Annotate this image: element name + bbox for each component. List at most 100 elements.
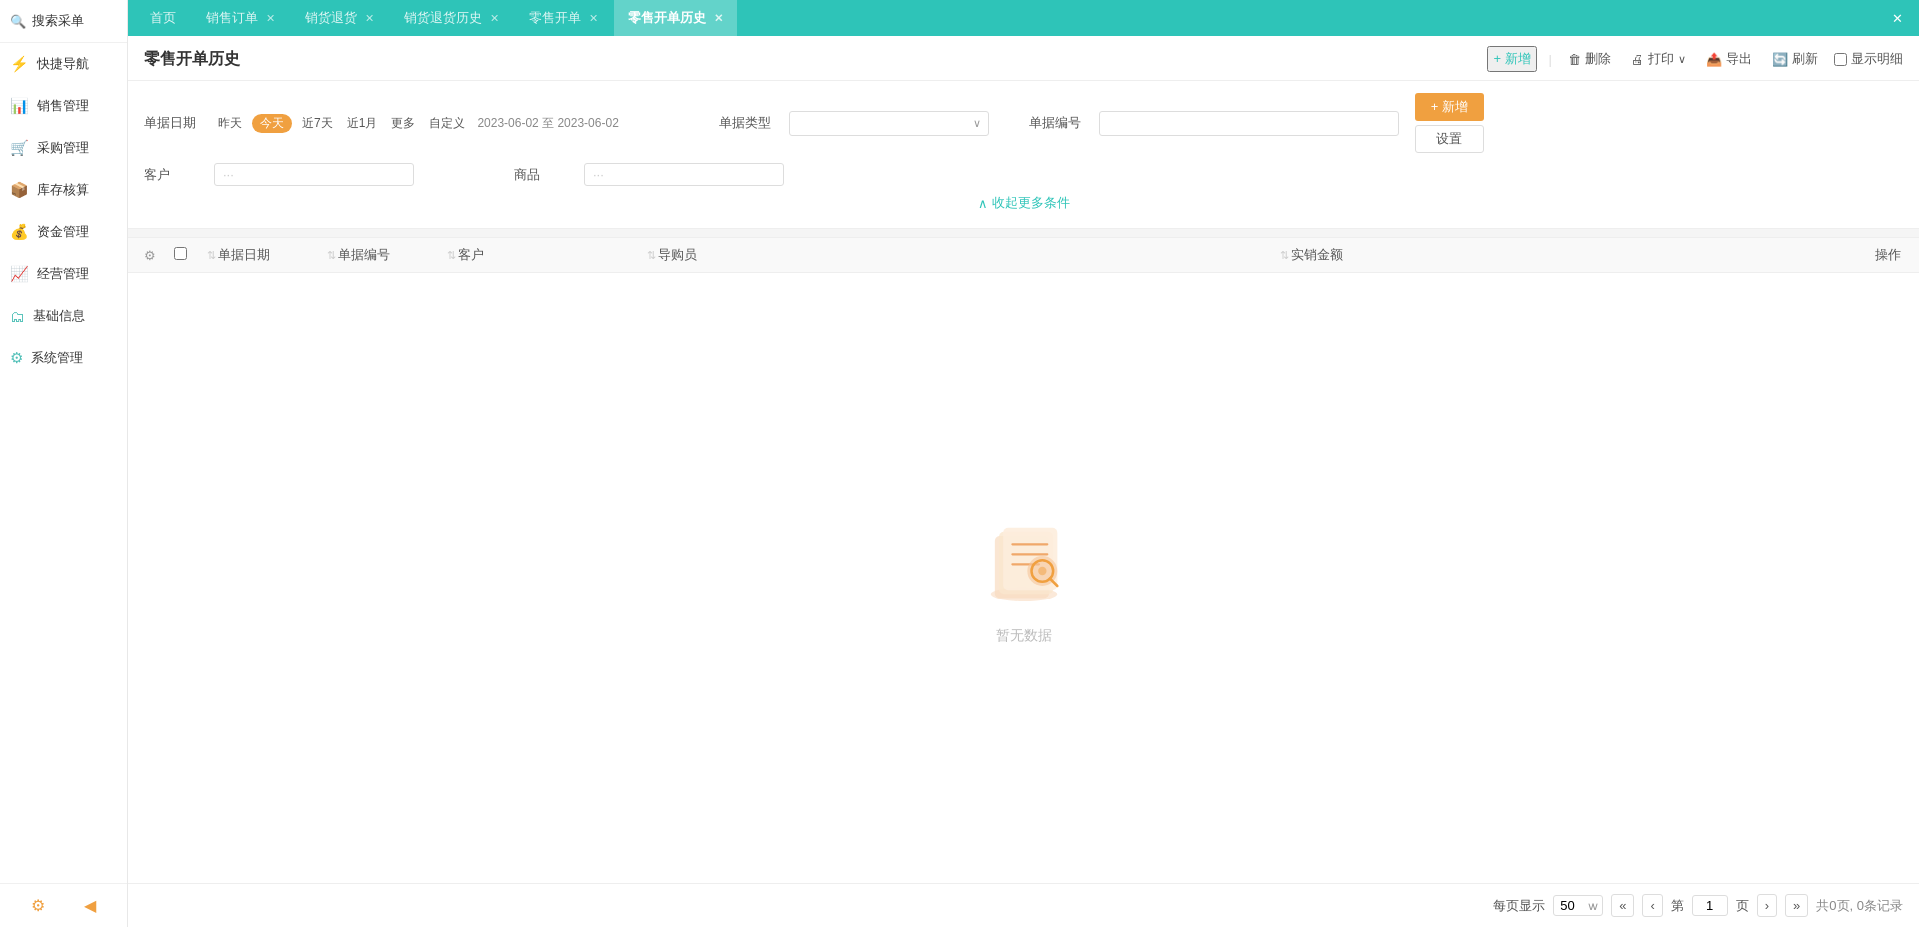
date-buttons: 昨天今天近7天近1月更多自定义 <box>214 114 469 133</box>
tab-close-icon[interactable]: ✕ <box>365 12 374 25</box>
top-nav-right: ✕ <box>1892 11 1911 26</box>
th-label: 导购员 <box>658 246 697 264</box>
sort-icon: ⇅ <box>207 249 216 262</box>
sidebar-item-label: 基础信息 <box>33 307 85 325</box>
order-no-input[interactable] <box>1099 111 1399 136</box>
date-filter-label: 单据日期 <box>144 114 214 132</box>
th-action-label: 操作 <box>1875 246 1901 264</box>
customer-input[interactable]: ··· <box>223 167 405 182</box>
date-btn-昨天[interactable]: 昨天 <box>214 114 246 133</box>
settings-button[interactable]: 设置 <box>1415 125 1484 153</box>
refresh-button[interactable]: 🔄 刷新 <box>1768 48 1822 70</box>
date-btn-近1月[interactable]: 近1月 <box>343 114 382 133</box>
close-window-btn[interactable]: ✕ <box>1892 11 1903 26</box>
delete-button[interactable]: 🗑 删除 <box>1564 48 1615 70</box>
tab-label: 销货退货历史 <box>404 9 482 27</box>
table-settings-icon[interactable]: ⚙ <box>136 248 164 263</box>
next-page-btn[interactable]: › <box>1757 894 1777 917</box>
page-label-pre: 第 <box>1671 897 1684 915</box>
tab-sales-return-history[interactable]: 销货退货历史 ✕ <box>390 0 513 36</box>
quick-nav-icon: ⚡ <box>10 55 29 73</box>
th-action: 操作 <box>1865 238 1911 272</box>
sidebar-item-label: 经营管理 <box>37 265 89 283</box>
last-page-btn[interactable]: » <box>1785 894 1808 917</box>
date-btn-自定义[interactable]: 自定义 <box>425 114 469 133</box>
date-btn-近7天[interactable]: 近7天 <box>298 114 337 133</box>
th-label: 单据日期 <box>218 246 270 264</box>
per-page-label: 每页显示 <box>1493 897 1545 915</box>
date-btn-更多[interactable]: 更多 <box>387 114 419 133</box>
basic-info-icon: 🗂 <box>10 308 25 325</box>
order-no-label: 单据编号 <box>1029 114 1099 132</box>
tab-retail-open-history[interactable]: 零售开单历史✕ <box>614 0 737 36</box>
sidebar-item-label: 快捷导航 <box>37 55 89 73</box>
page-number-input[interactable]: 1 <box>1692 895 1728 916</box>
sidebar-search-label: 搜索采单 <box>32 12 84 30</box>
svg-point-10 <box>1038 567 1046 575</box>
th-label: 单据编号 <box>338 246 390 264</box>
display-detail-toggle[interactable]: 显示明细 <box>1834 50 1903 68</box>
display-detail-checkbox[interactable] <box>1834 53 1847 66</box>
sidebar-search[interactable]: 🔍 搜索采单 <box>0 0 127 43</box>
tab-sales-return[interactable]: 销货退货✕ <box>291 0 388 36</box>
order-type-select[interactable] <box>789 111 989 136</box>
first-page-btn[interactable]: « <box>1611 894 1634 917</box>
tab-close-icon[interactable]: ✕ <box>589 12 598 25</box>
print-button[interactable]: 🖨 打印 ∨ <box>1627 48 1690 70</box>
select-all-checkbox[interactable] <box>164 247 197 263</box>
query-button[interactable]: + 新增 <box>1415 93 1484 121</box>
add-button[interactable]: + 新增 <box>1487 46 1536 72</box>
th-实销金额[interactable]: ⇅实销金额 <box>1270 238 1353 272</box>
filter-row-1: 单据日期 昨天今天近7天近1月更多自定义 2023-06-02 至 2023-0… <box>144 93 1903 153</box>
sidebar-item-purchase-mgmt[interactable]: 🛒采购管理 <box>0 127 127 169</box>
sidebar-item-sys-mgmt[interactable]: ⚙系统管理 <box>0 337 127 379</box>
settings-icon[interactable]: ⚙ <box>31 896 45 915</box>
th-导购员[interactable]: ⇅导购员 <box>637 238 757 272</box>
sidebar-item-finance[interactable]: 💰资金管理 <box>0 211 127 253</box>
export-button[interactable]: 📤 导出 <box>1702 48 1756 70</box>
sidebar-item-operations[interactable]: 📈 经营管理 <box>0 253 127 295</box>
print-dropdown-icon: ∨ <box>1678 53 1686 66</box>
th-单据编号[interactable]: ⇅单据编号 <box>317 238 437 272</box>
tab-close-icon[interactable]: ✕ <box>266 12 275 25</box>
tab-home[interactable]: 首页 <box>136 0 190 36</box>
sidebar-item-inventory[interactable]: 📦库存核算 <box>0 169 127 211</box>
inventory-icon: 📦 <box>10 181 29 199</box>
sidebar-item-label: 资金管理 <box>37 223 89 241</box>
refresh-icon: 🔄 <box>1772 52 1788 67</box>
per-page-select-wrapper: 50 20 100 ∨ <box>1553 895 1603 916</box>
tab-close-icon[interactable]: ✕ <box>714 12 723 25</box>
sort-icon: ⇅ <box>447 249 456 262</box>
filter-area: 单据日期 昨天今天近7天近1月更多自定义 2023-06-02 至 2023-0… <box>128 81 1919 229</box>
tab-close-icon[interactable]: ✕ <box>490 12 499 25</box>
collapse-more-row: ∧ 收起更多条件 <box>144 186 1903 216</box>
sidebar-item-basic-info[interactable]: 🗂 基础信息 <box>0 295 127 337</box>
collapse-sidebar-btn[interactable]: ◀ <box>84 896 96 915</box>
page-header: 零售开单历史 + 新增 | 🗑 删除 🖨 打印 ∨ 📤 导出 <box>128 36 1919 81</box>
sidebar-item-label: 销售管理 <box>37 97 89 115</box>
sidebar-item-sales-mgmt[interactable]: 📊 销售管理 <box>0 85 127 127</box>
date-btn-今天[interactable]: 今天 <box>252 114 292 133</box>
goods-input[interactable]: ··· <box>593 167 775 182</box>
per-page-select[interactable]: 50 20 100 <box>1553 895 1603 916</box>
print-icon: 🖨 <box>1631 52 1644 67</box>
sort-icon: ⇅ <box>647 249 656 262</box>
sales-mgmt-icon: 📊 <box>10 97 29 115</box>
customer-label: 客户 <box>144 166 214 184</box>
operations-icon: 📈 <box>10 265 29 283</box>
tab-retail-open[interactable]: 零售开单 ✕ <box>515 0 612 36</box>
th-单据日期[interactable]: ⇅单据日期 <box>197 238 317 272</box>
sidebar: 🔍 搜索采单 ⚡ 快捷导航 📊 销售管理 🛒采购管理📦库存核算💰资金管理 📈 经营管理 🗂 基础… <box>0 0 128 927</box>
sys-mgmt-icon: ⚙ <box>10 349 23 367</box>
th-客户[interactable]: ⇅客户 <box>437 238 637 272</box>
delete-icon: 🗑 <box>1568 52 1581 67</box>
collapse-more-btn[interactable]: ∧ 收起更多条件 <box>978 190 1070 216</box>
prev-page-btn[interactable]: ‹ <box>1642 894 1662 917</box>
empty-state: 暂无数据 <box>974 511 1074 645</box>
toolbar: + 新增 | 🗑 删除 🖨 打印 ∨ 📤 导出 🔄 刷新 <box>1487 46 1903 72</box>
tab-sales-order[interactable]: 销售订单✕ <box>192 0 289 36</box>
sort-icon: ⇅ <box>1280 249 1289 262</box>
tab-label: 零售开单 <box>529 9 581 27</box>
order-type-select-wrapper <box>789 111 989 136</box>
sidebar-item-quick-nav[interactable]: ⚡ 快捷导航 <box>0 43 127 85</box>
